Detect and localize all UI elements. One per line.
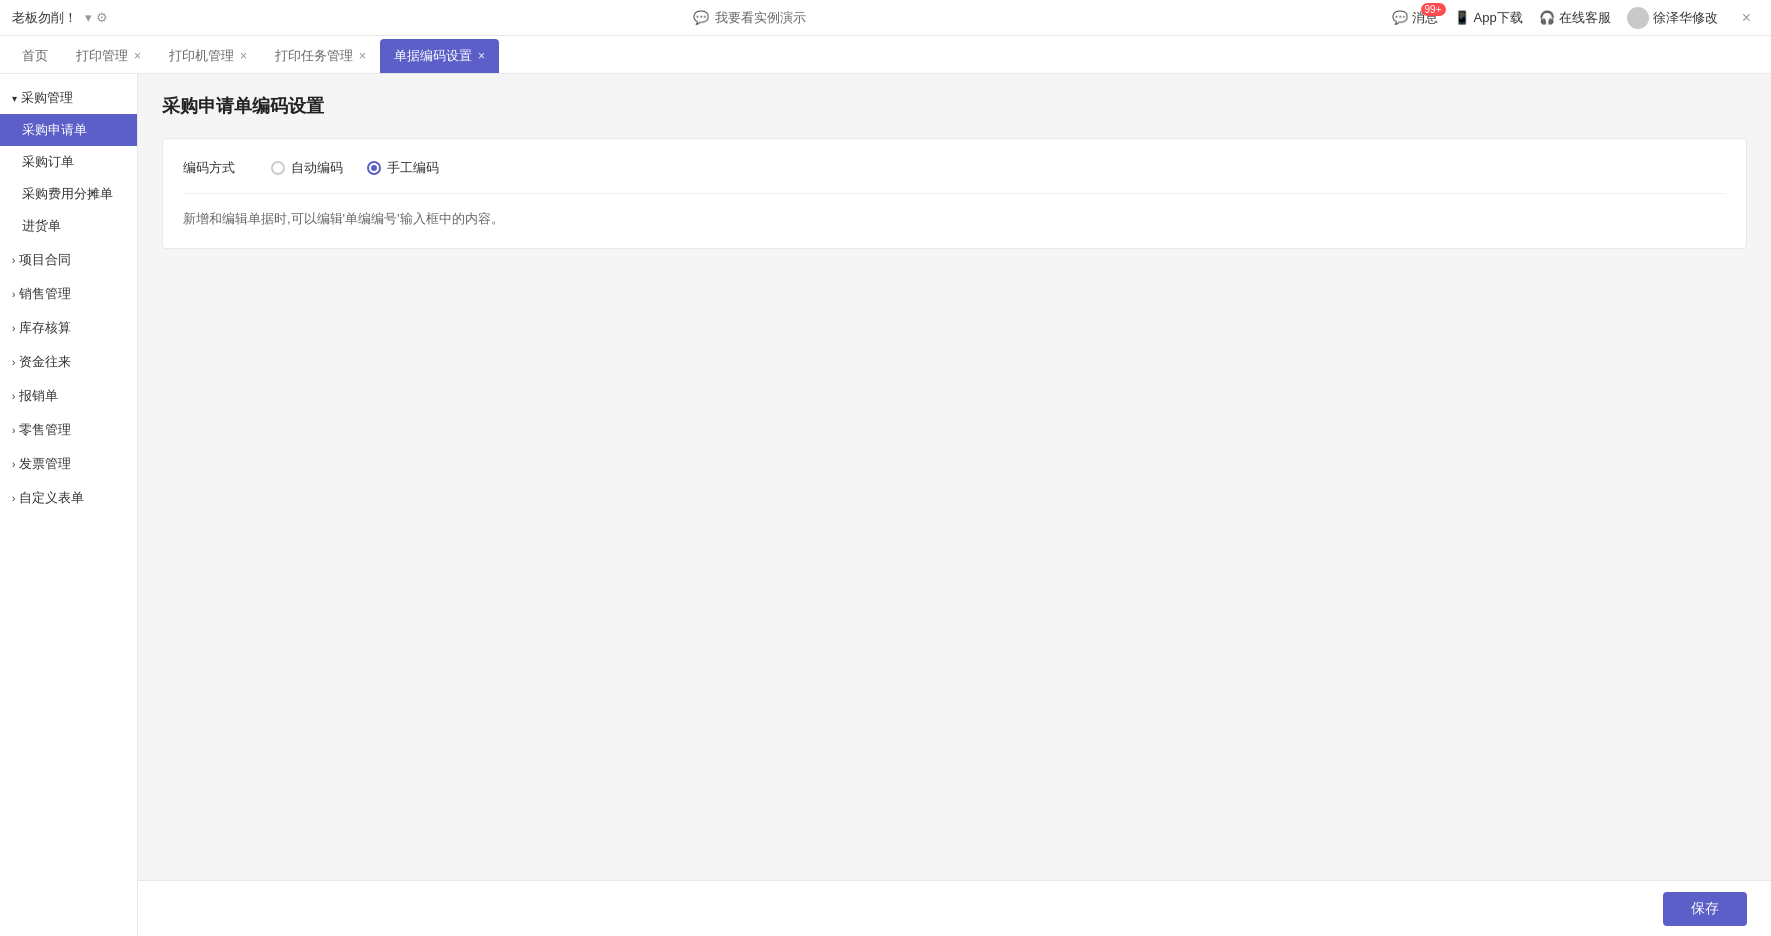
sidebar-group-custom-form-title[interactable]: › 自定义表单 (0, 482, 137, 514)
tab-print-mgmt[interactable]: 打印管理 × (62, 39, 155, 73)
avatar (1627, 7, 1649, 29)
online-service-label: 在线客服 (1559, 9, 1611, 27)
auto-encoding-radio[interactable] (271, 161, 285, 175)
sidebar-group-inventory-settle: › 库存核算 (0, 312, 137, 344)
chevron-right-icon: › (12, 255, 15, 266)
manual-encoding-label: 手工编码 (387, 159, 439, 177)
encoding-mode-label: 编码方式 (183, 159, 235, 177)
chevron-right-icon: › (12, 425, 15, 436)
sidebar-group-invoice-mgmt: › 发票管理 (0, 448, 137, 480)
top-bar-left: 老板勿削！ ▾ ⚙ (12, 9, 108, 27)
tab-single-barcode-settings-label: 单据编码设置 (394, 47, 472, 65)
sidebar-group-purchase-mgmt-title[interactable]: ▾ 采购管理 (0, 82, 137, 114)
sidebar-item-purchase-expense-split-label: 采购费用分摊单 (22, 186, 113, 201)
hint-text: 新增和编辑单据时,可以编辑'单编编号'输入框中的内容。 (183, 210, 1726, 228)
auto-encoding-option[interactable]: 自动编码 (271, 159, 343, 177)
sidebar-group-custom-form: › 自定义表单 (0, 482, 137, 514)
sidebar-group-retail-mgmt-label: 零售管理 (19, 421, 71, 439)
auto-encoding-label: 自动编码 (291, 159, 343, 177)
tab-print-mgmt-label: 打印管理 (76, 47, 128, 65)
tab-print-mgmt-close[interactable]: × (134, 50, 141, 62)
tab-printer-mgmt-close[interactable]: × (240, 50, 247, 62)
content-area: 采购申请单编码设置 编码方式 自动编码 手工编码 新增和编辑单据时,可以编辑'单… (138, 74, 1771, 936)
chevron-down-icon: ▾ (12, 93, 17, 104)
sidebar-group-custom-form-label: 自定义表单 (19, 489, 84, 507)
tab-home[interactable]: 首页 (8, 39, 62, 73)
sidebar-group-invoice-mgmt-label: 发票管理 (19, 455, 71, 473)
sidebar-item-stock-in-label: 进货单 (22, 218, 61, 233)
sidebar-group-sales-mgmt-title[interactable]: › 销售管理 (0, 278, 137, 310)
main-layout: ▾ 采购管理 采购申请单 采购订单 采购费用分摊单 进货单 › 项目合同 (0, 74, 1771, 936)
encoding-mode-row: 编码方式 自动编码 手工编码 (183, 159, 1726, 194)
user-name: 徐泽华修改 (1653, 9, 1718, 27)
sidebar-item-purchase-expense-split[interactable]: 采购费用分摊单 (0, 178, 137, 210)
online-service-button[interactable]: 🎧 在线客服 (1539, 9, 1611, 27)
sidebar-group-project-contract: › 项目合同 (0, 244, 137, 276)
chevron-right-icon: › (12, 357, 15, 368)
app-download-label: App下载 (1474, 9, 1523, 27)
manual-encoding-radio[interactable] (367, 161, 381, 175)
manual-encoding-option[interactable]: 手工编码 (367, 159, 439, 177)
chevron-right-icon: › (12, 391, 15, 402)
tab-print-task-mgmt-label: 打印任务管理 (275, 47, 353, 65)
sidebar-group-retail-mgmt-title[interactable]: › 零售管理 (0, 414, 137, 446)
sidebar-group-fund-flow-title[interactable]: › 资金往来 (0, 346, 137, 378)
chevron-right-icon: › (12, 289, 15, 300)
sidebar-group-inventory-settle-label: 库存核算 (19, 319, 71, 337)
sidebar-group-invoice-mgmt-title[interactable]: › 发票管理 (0, 448, 137, 480)
page-title: 采购申请单编码设置 (162, 94, 1747, 118)
content-inner: 采购申请单编码设置 编码方式 自动编码 手工编码 新增和编辑单据时,可以编辑'单… (138, 74, 1771, 880)
demo-icon: 💬 (693, 10, 709, 25)
window-close-button[interactable]: × (1734, 5, 1759, 31)
app-title: 老板勿削！ (12, 9, 77, 27)
sidebar-item-purchase-request-label: 采购申请单 (22, 122, 87, 137)
message-badge: 99+ (1421, 3, 1446, 16)
chevron-down-icon[interactable]: ▾ (85, 10, 92, 25)
settings-card: 编码方式 自动编码 手工编码 新增和编辑单据时,可以编辑'单编编号'输入框中的内… (162, 138, 1747, 249)
sidebar-group-retail-mgmt: › 零售管理 (0, 414, 137, 446)
sidebar-group-fund-flow-label: 资金往来 (19, 353, 71, 371)
demo-text[interactable]: 我要看实例演示 (715, 9, 806, 27)
top-bar-center: 💬 我要看实例演示 (693, 9, 806, 27)
user-profile-button[interactable]: 徐泽华修改 (1627, 7, 1718, 29)
sidebar-group-inventory-settle-title[interactable]: › 库存核算 (0, 312, 137, 344)
sidebar-group-expense-claim: › 报销单 (0, 380, 137, 412)
tab-print-task-mgmt[interactable]: 打印任务管理 × (261, 39, 380, 73)
sidebar-item-stock-in[interactable]: 进货单 (0, 210, 137, 242)
content-footer: 保存 (138, 880, 1771, 936)
sidebar-group-purchase-mgmt-label: 采购管理 (21, 89, 73, 107)
tab-print-task-mgmt-close[interactable]: × (359, 50, 366, 62)
tab-home-label: 首页 (22, 47, 48, 65)
sidebar-group-project-contract-title[interactable]: › 项目合同 (0, 244, 137, 276)
tab-printer-mgmt-label: 打印机管理 (169, 47, 234, 65)
sidebar-group-project-contract-label: 项目合同 (19, 251, 71, 269)
app-download-button[interactable]: 📱 App下载 (1454, 9, 1523, 27)
tab-single-barcode-settings[interactable]: 单据编码设置 × (380, 39, 499, 73)
save-button[interactable]: 保存 (1663, 892, 1747, 926)
sidebar-group-expense-claim-title[interactable]: › 报销单 (0, 380, 137, 412)
sidebar-group-sales-mgmt-label: 销售管理 (19, 285, 71, 303)
tab-printer-mgmt[interactable]: 打印机管理 × (155, 39, 261, 73)
sidebar-item-purchase-order-label: 采购订单 (22, 154, 74, 169)
sidebar-group-sales-mgmt: › 销售管理 (0, 278, 137, 310)
sidebar-item-purchase-request[interactable]: 采购申请单 (0, 114, 137, 146)
gear-icon[interactable]: ⚙ (96, 10, 108, 25)
message-icon: 💬 (1392, 10, 1408, 25)
tab-single-barcode-settings-close[interactable]: × (478, 50, 485, 62)
top-bar: 老板勿削！ ▾ ⚙ 💬 我要看实例演示 💬 消息 99+ 📱 App下载 🎧 在… (0, 0, 1771, 36)
chevron-right-icon: › (12, 459, 15, 470)
top-bar-right: 💬 消息 99+ 📱 App下载 🎧 在线客服 徐泽华修改 × (1392, 5, 1759, 31)
chevron-right-icon: › (12, 493, 15, 504)
tab-bar: 首页 打印管理 × 打印机管理 × 打印任务管理 × 单据编码设置 × (0, 36, 1771, 74)
headset-icon: 🎧 (1539, 10, 1555, 25)
sidebar-group-fund-flow: › 资金往来 (0, 346, 137, 378)
sidebar-group-purchase-mgmt: ▾ 采购管理 采购申请单 采购订单 采购费用分摊单 进货单 (0, 82, 137, 242)
sidebar: ▾ 采购管理 采购申请单 采购订单 采购费用分摊单 进货单 › 项目合同 (0, 74, 138, 936)
top-bar-icons: ▾ ⚙ (85, 10, 108, 25)
message-button[interactable]: 💬 消息 99+ (1392, 9, 1438, 27)
sidebar-item-purchase-order[interactable]: 采购订单 (0, 146, 137, 178)
phone-icon: 📱 (1454, 10, 1470, 25)
chevron-right-icon: › (12, 323, 15, 334)
sidebar-group-expense-claim-label: 报销单 (19, 387, 58, 405)
